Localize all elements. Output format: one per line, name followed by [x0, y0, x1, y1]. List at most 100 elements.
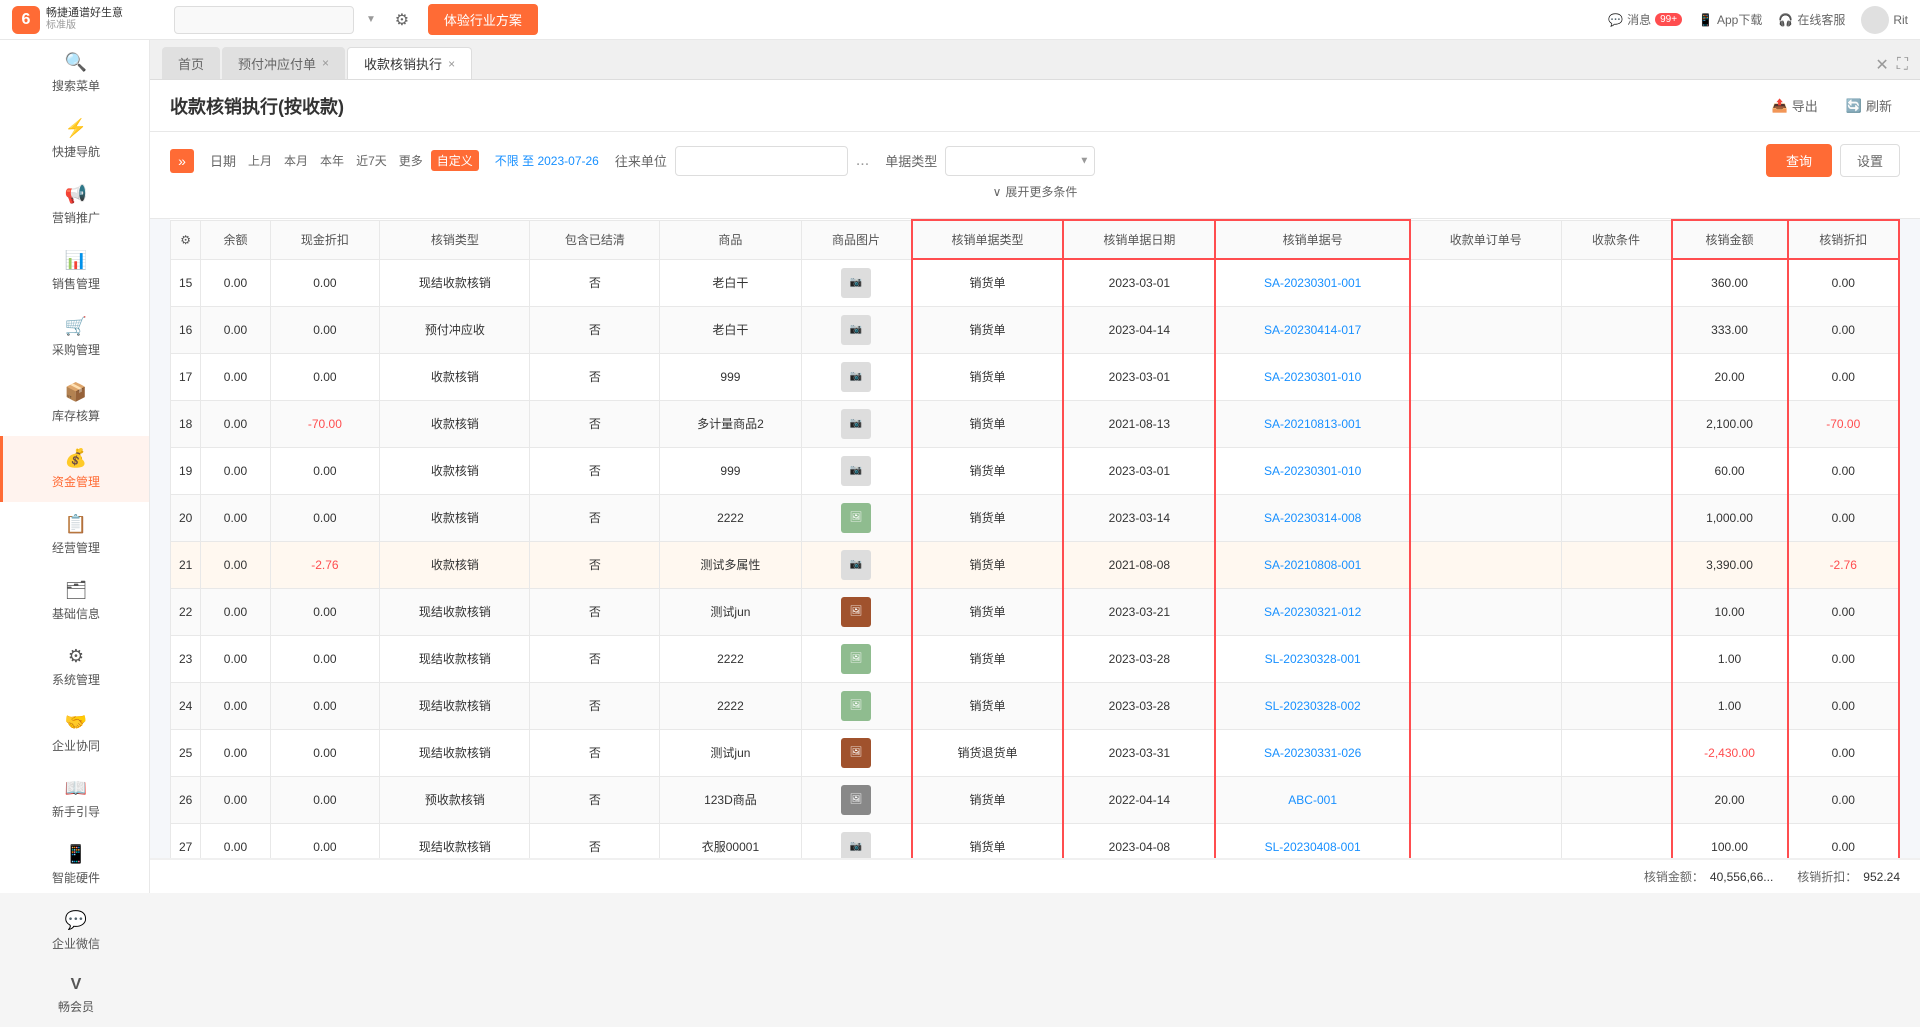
sidebar-label-system: 系统管理	[52, 671, 100, 688]
top-bar-right: 💬 消息 99+ 📱 App下载 🎧 在线客服 Rit	[1608, 6, 1908, 34]
sidebar-item-marketing[interactable]: 📢 营销推广	[0, 172, 149, 238]
wechat-icon: 💬	[65, 910, 87, 931]
filter-row: » 日期 上月 本月 本年 近7天 更多 自定义	[170, 144, 1900, 177]
cell-balance: 0.00	[201, 776, 270, 823]
headset-icon: 🎧	[1778, 13, 1793, 27]
cell-settled: 否	[530, 635, 660, 682]
bill-no-link[interactable]: SA-20230301-010	[1264, 464, 1361, 478]
export-button[interactable]: 📤 导出	[1764, 92, 1826, 119]
this-year-btn[interactable]: 本年	[316, 150, 348, 171]
cell-writeoff-disc: 0.00	[1788, 682, 1900, 729]
table-wrapper[interactable]: ⚙ 余额 现金折扣 核销类型 包含已结清 商品 商品图片 核销单据类型 核销单据…	[150, 219, 1920, 858]
settings-button[interactable]: 设置	[1840, 144, 1900, 177]
this-month-btn[interactable]: 本月	[280, 150, 312, 171]
cell-id: 15	[171, 259, 201, 306]
bill-no-link[interactable]: SA-20210808-001	[1264, 558, 1361, 572]
tab-prepay-close[interactable]: ×	[322, 56, 329, 70]
cell-amount: 20.00	[1672, 353, 1788, 400]
date-label: 日期	[210, 151, 236, 170]
cell-type: 现结收款核销	[380, 823, 530, 858]
sidebar-item-guide[interactable]: 📖 新手引导	[0, 766, 149, 832]
user-item[interactable]: Rit	[1861, 6, 1908, 34]
more-btn[interactable]: 更多	[395, 150, 427, 171]
th-balance: 余额	[201, 220, 270, 259]
bill-no-link[interactable]: SA-20230331-026	[1264, 746, 1361, 760]
sidebar-item-hardware[interactable]: 📱 智能硬件	[0, 832, 149, 898]
tab-prepay[interactable]: 预付冲应付单 ×	[222, 47, 345, 79]
company-dots[interactable]: ...	[856, 152, 869, 170]
expand-button[interactable]: ∨ 展开更多条件	[993, 183, 1078, 200]
sidebar-item-sales[interactable]: 📊 销售管理	[0, 238, 149, 304]
sidebar-item-collab[interactable]: 🤝 企业协同	[0, 700, 149, 766]
cell-payment-cond	[1561, 259, 1672, 306]
sidebar-item-search[interactable]: 🔍 搜索菜单	[0, 40, 149, 106]
company-input[interactable]	[675, 146, 848, 176]
page-header: 收款核销执行(按收款) 📤 导出 🔄 刷新	[150, 80, 1920, 132]
sidebar-item-wechat[interactable]: 💬 企业微信	[0, 898, 149, 964]
sidebar-item-purchase[interactable]: 🛒 采购管理	[0, 304, 149, 370]
message-item[interactable]: 💬 消息 99+	[1608, 11, 1682, 28]
online-service-item[interactable]: 🎧 在线客服	[1778, 11, 1845, 28]
th-goods: 商品	[660, 220, 801, 259]
sidebar-item-finance[interactable]: 💰 资金管理	[0, 436, 149, 502]
date-filter: 日期 上月 本月 本年 近7天 更多 自定义	[210, 150, 479, 171]
cell-bill-date: 2023-03-01	[1063, 259, 1215, 306]
bill-no-link[interactable]: ABC-001	[1288, 793, 1337, 807]
header-actions: 📤 导出 🔄 刷新	[1764, 92, 1900, 119]
gear-icon[interactable]: ⚙	[388, 6, 416, 34]
custom-btn[interactable]: 自定义	[431, 150, 479, 171]
collab-icon: 🤝	[65, 712, 87, 733]
last7-btn[interactable]: 近7天	[352, 150, 391, 171]
sidebar-item-inventory[interactable]: 📦 库存核算	[0, 370, 149, 436]
th-bill-type: 核销单据类型	[912, 220, 1064, 259]
tab-prepay-label: 预付冲应付单	[238, 54, 316, 73]
sidebar-item-operations[interactable]: 📋 经营管理	[0, 502, 149, 568]
bill-no-link[interactable]: SA-20230414-017	[1264, 323, 1361, 337]
sidebar-item-member[interactable]: V 畅会员	[0, 964, 149, 1027]
bill-no-link[interactable]: SA-20230321-012	[1264, 605, 1361, 619]
cell-bill-type: 销货单	[912, 635, 1064, 682]
cell-bill-no: SL-20230408-001	[1215, 823, 1410, 858]
tab-home[interactable]: 首页	[162, 47, 220, 79]
query-button[interactable]: 查询	[1766, 144, 1832, 177]
search-icon: 🔍	[65, 52, 87, 73]
bill-type-select[interactable]	[945, 146, 1095, 176]
cell-settled: 否	[530, 541, 660, 588]
tab-writeoff[interactable]: 收款核销执行 ×	[347, 47, 472, 79]
cell-img: 📷	[801, 541, 912, 588]
cell-writeoff-disc: 0.00	[1788, 259, 1900, 306]
cell-bill-no: SA-20230414-017	[1215, 306, 1410, 353]
cell-bill-type: 销货单	[912, 306, 1064, 353]
cell-writeoff-disc: 0.00	[1788, 776, 1900, 823]
last-month-btn[interactable]: 上月	[244, 150, 276, 171]
bill-no-link[interactable]: SA-20230301-010	[1264, 370, 1361, 384]
cell-bill-no: ABC-001	[1215, 776, 1410, 823]
close-window-btn[interactable]: ✕	[1875, 55, 1888, 75]
bill-no-link[interactable]: SL-20230328-001	[1265, 652, 1361, 666]
trial-button[interactable]: 体验行业方案	[428, 4, 538, 35]
app-download-item[interactable]: 📱 App下载	[1698, 11, 1762, 28]
bill-no-link[interactable]: SA-20230301-001	[1264, 276, 1361, 290]
tab-writeoff-close[interactable]: ×	[448, 57, 455, 71]
collapse-btn[interactable]: »	[170, 149, 194, 173]
cell-id: 22	[171, 588, 201, 635]
refresh-button[interactable]: 🔄 刷新	[1838, 92, 1900, 119]
bill-no-link[interactable]: SA-20230314-008	[1264, 511, 1361, 525]
maximize-btn[interactable]: ⛶	[1897, 56, 1908, 74]
sidebar-item-quick[interactable]: ⚡ 快捷导航	[0, 106, 149, 172]
page-title: 收款核销执行(按收款)	[170, 93, 344, 119]
cell-balance: 0.00	[201, 635, 270, 682]
search-input[interactable]	[174, 6, 354, 34]
finance-icon: 💰	[65, 448, 87, 469]
bill-no-link[interactable]: SL-20230328-002	[1265, 699, 1361, 713]
sidebar-item-system[interactable]: ⚙ 系统管理	[0, 634, 149, 700]
cell-discount: 0.00	[270, 494, 380, 541]
th-settled: 包含已结清	[530, 220, 660, 259]
dropdown-icon[interactable]: ▼	[366, 14, 376, 25]
sidebar-item-basic[interactable]: 🗂 基础信息	[0, 568, 149, 634]
message-badge: 99+	[1655, 13, 1682, 26]
cell-balance: 0.00	[201, 259, 270, 306]
bill-no-link[interactable]: SA-20210813-001	[1264, 417, 1361, 431]
cell-goods: 2222	[660, 494, 801, 541]
bill-no-link[interactable]: SL-20230408-001	[1265, 840, 1361, 854]
